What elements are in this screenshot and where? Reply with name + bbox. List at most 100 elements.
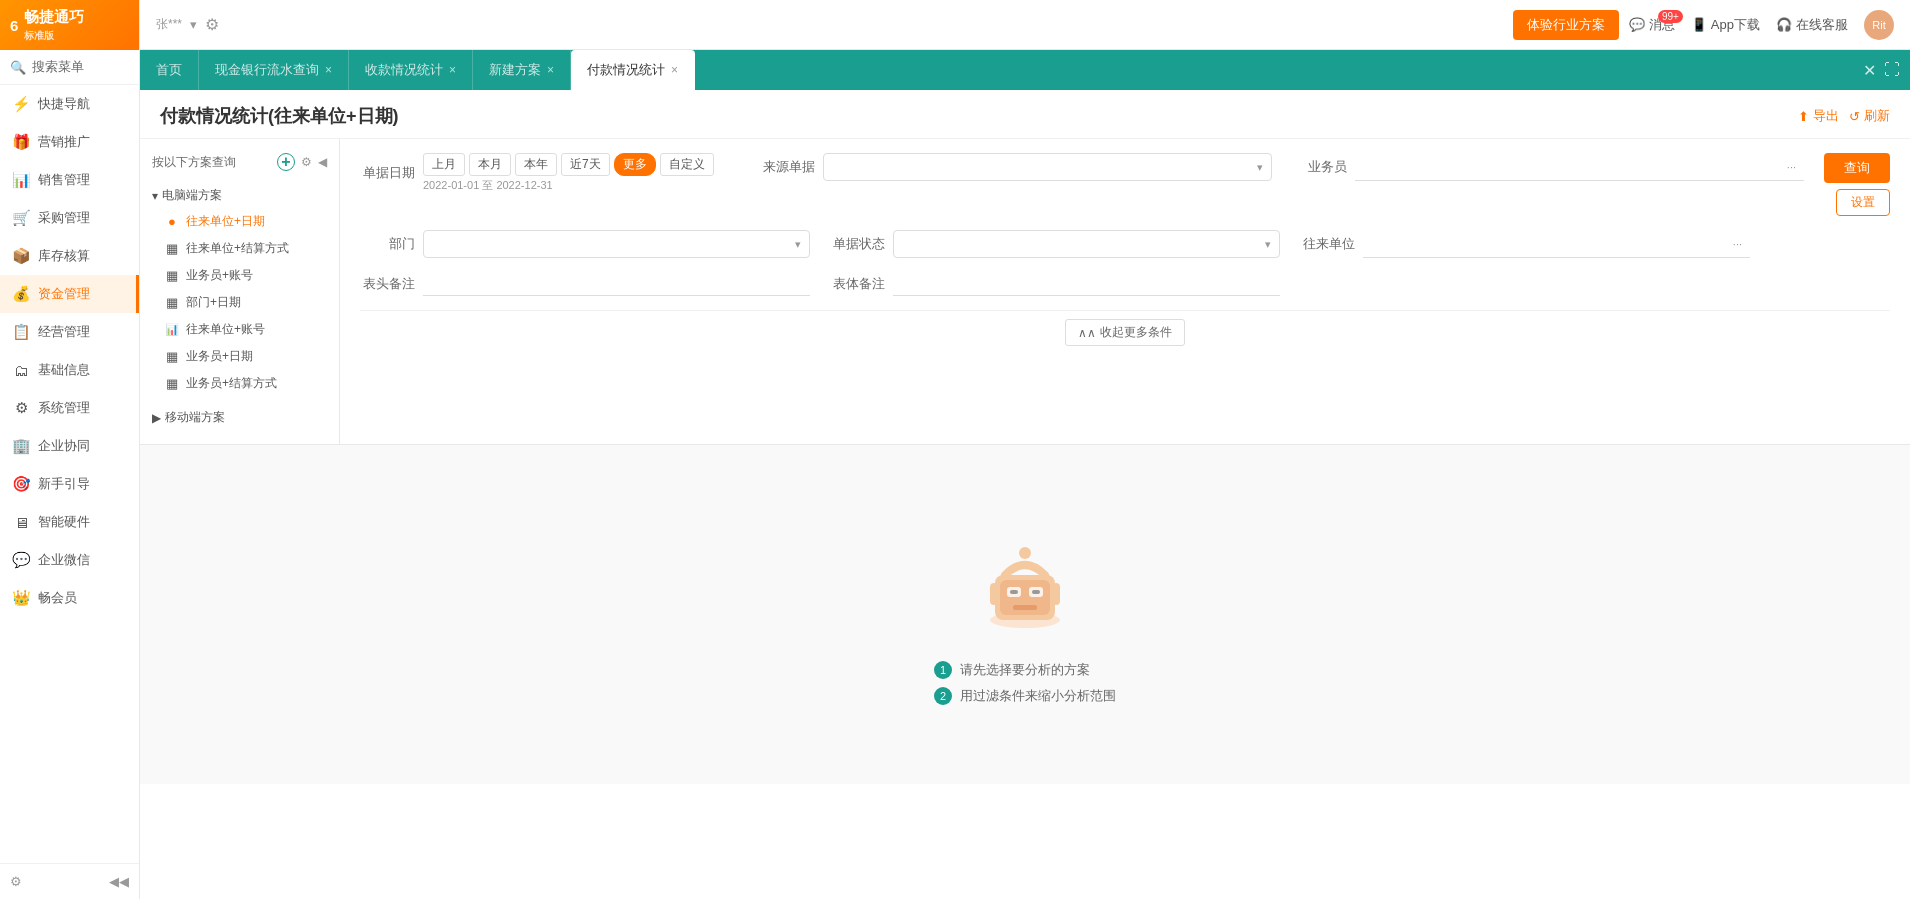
scheme-gear-btn[interactable]: ⚙	[301, 155, 312, 169]
sidebar-item-quick-nav[interactable]: ⚡快捷导航	[0, 85, 139, 123]
date-btn-more[interactable]: 更多	[614, 153, 656, 176]
sidebar-item-purchase[interactable]: 🛒采购管理	[0, 199, 139, 237]
tab-bank-flow-label: 现金银行流水查询	[215, 61, 319, 79]
tab-bank-flow[interactable]: 现金银行流水查询 ×	[199, 50, 349, 90]
sidebar-item-enterprise[interactable]: 🏢企业协同	[0, 427, 139, 465]
empty-tip-2: 2 用过滤条件来缩小分析范围	[934, 687, 1116, 705]
header: 张*** ▾ ⚙ 体验行业方案 💬 消息 99+ 📱 App下载 🎧 在线客服 …	[140, 0, 1910, 50]
results-area: 1 请先选择要分析的方案 2 用过滤条件来缩小分析范围	[140, 444, 1910, 784]
date-btn-7days[interactable]: 近7天	[561, 153, 610, 176]
sidebar-item-system[interactable]: ⚙系统管理	[0, 389, 139, 427]
tip-text-1: 请先选择要分析的方案	[960, 661, 1090, 679]
nav-label-wechat: 企业微信	[38, 551, 90, 569]
scheme-item-dept-date[interactable]: ▦ 部门+日期	[140, 289, 339, 316]
scheme-item-salesman-settle[interactable]: ▦ 业务员+结算方式	[140, 370, 339, 397]
scheme-collapse-btn[interactable]: ◀	[318, 155, 327, 169]
nav-icon-member: 👑	[12, 589, 30, 607]
date-btn-custom[interactable]: 自定义	[660, 153, 714, 176]
empty-tip-1: 1 请先选择要分析的方案	[934, 661, 1116, 679]
svg-rect-6	[1032, 590, 1040, 594]
service-label: 在线客服	[1796, 16, 1848, 34]
section-mobile-arrow: ▶	[152, 411, 161, 425]
nav-icon-wechat: 💬	[12, 551, 30, 569]
nav-label-guide: 新手引导	[38, 475, 90, 493]
scheme-item-icon-6: ▦	[164, 376, 180, 392]
voucher-status-select[interactable]: ▾	[893, 230, 1280, 258]
trial-btn[interactable]: 体验行业方案	[1513, 10, 1619, 40]
tab-payment-stats-close[interactable]: ×	[671, 63, 678, 77]
tab-bank-flow-close[interactable]: ×	[325, 63, 332, 77]
nav-label-inventory: 库存核算	[38, 247, 90, 265]
export-label: 导出	[1813, 107, 1839, 125]
dropdown-arrow[interactable]: ▾	[190, 17, 197, 32]
scheme-panel-title: 按以下方案查询	[152, 154, 236, 171]
sidebar-item-sales[interactable]: 📊销售管理	[0, 161, 139, 199]
svg-rect-8	[990, 583, 998, 605]
app-download-btn[interactable]: 📱 App下载	[1691, 16, 1760, 34]
scheme-item-icon-3: ▦	[164, 295, 180, 311]
scheme-item-label-6: 业务员+结算方式	[186, 375, 277, 392]
tab-new-scheme[interactable]: 新建方案 ×	[473, 50, 571, 90]
header-gear[interactable]: ⚙	[205, 15, 219, 34]
sidebar-item-guide[interactable]: 🎯新手引导	[0, 465, 139, 503]
sidebar-item-inventory[interactable]: 📦库存核算	[0, 237, 139, 275]
tab-payment-stats[interactable]: 付款情况统计 ×	[571, 50, 695, 90]
collapse-icon[interactable]: ◀◀	[109, 874, 129, 889]
scheme-section-desktop-title[interactable]: ▾ 电脑端方案	[140, 183, 339, 208]
tab-fullscreen[interactable]: ⛶	[1884, 61, 1900, 79]
scheme-item-partner-account[interactable]: 📊 往来单位+账号	[140, 316, 339, 343]
tab-home-label: 首页	[156, 61, 182, 79]
refresh-btn[interactable]: ↺ 刷新	[1849, 107, 1890, 125]
table-body-input[interactable]	[893, 272, 1280, 296]
sidebar-item-marketing[interactable]: 🎁营销推广	[0, 123, 139, 161]
scheme-item-label-1: 往来单位+结算方式	[186, 240, 289, 257]
empty-svg	[965, 525, 1085, 645]
scheme-item-salesman-account[interactable]: ▦ 业务员+账号	[140, 262, 339, 289]
voucher-status-field: 单据状态 ▾	[830, 230, 1280, 258]
query-btn[interactable]: 查询	[1824, 153, 1890, 183]
message-btn[interactable]: 💬 消息 99+	[1629, 16, 1675, 34]
sidebar-item-operations[interactable]: 📋经营管理	[0, 313, 139, 351]
tab-receipt-stats-close[interactable]: ×	[449, 63, 456, 77]
source-select-arrow: ▾	[1257, 161, 1263, 174]
date-btn-last-month[interactable]: 上月	[423, 153, 465, 176]
scheme-add-btn[interactable]: +	[277, 153, 295, 171]
scheme-item-salesman-date[interactable]: ▦ 业务员+日期	[140, 343, 339, 370]
sidebar-item-member[interactable]: 👑畅会员	[0, 579, 139, 617]
tab-close-all[interactable]: ✕	[1863, 61, 1876, 80]
collapse-icon: ∧∧	[1078, 326, 1096, 340]
source-field: 来源单据 ▾	[760, 153, 1272, 181]
export-btn[interactable]: ⬆ 导出	[1798, 107, 1839, 125]
partner-select[interactable]: ···	[1363, 230, 1750, 258]
empty-state: 1 请先选择要分析的方案 2 用过滤条件来缩小分析范围	[914, 465, 1136, 765]
tab-receipt-stats-label: 收款情况统计	[365, 61, 443, 79]
tab-home[interactable]: 首页	[140, 50, 199, 90]
sidebar-item-wechat[interactable]: 💬 企业微信	[0, 541, 139, 579]
tab-receipt-stats[interactable]: 收款情况统计 ×	[349, 50, 473, 90]
dept-select[interactable]: ▾	[423, 230, 810, 258]
date-btn-this-month[interactable]: 本月	[469, 153, 511, 176]
partner-dots: ···	[1733, 238, 1742, 250]
collapse-btn[interactable]: ∧∧ 收起更多条件	[1065, 319, 1185, 346]
voucher-status-arrow: ▾	[1265, 238, 1271, 251]
service-btn[interactable]: 🎧 在线客服	[1776, 16, 1848, 34]
sidebar-item-basic[interactable]: 🗂基础信息	[0, 351, 139, 389]
settings-btn[interactable]: 设置	[1836, 189, 1890, 216]
salesman-select[interactable]: ···	[1355, 153, 1804, 181]
sidebar-item-finance[interactable]: 💰资金管理	[0, 275, 139, 313]
sidebar-bottom: ⚙ ◀◀	[0, 863, 139, 899]
table-header-input[interactable]	[423, 272, 810, 296]
scheme-item-partner-settle[interactable]: ▦ 往来单位+结算方式	[140, 235, 339, 262]
filter-row-1: 单据日期 上月 本月 本年 近7天 更多 自定义 2022-01-01 至 20…	[360, 153, 1890, 216]
tab-new-scheme-close[interactable]: ×	[547, 63, 554, 77]
scheme-item-partner-date[interactable]: ● 往来单位+日期	[140, 208, 339, 235]
nav-icon-basic: 🗂	[12, 361, 30, 379]
date-btn-this-year[interactable]: 本年	[515, 153, 557, 176]
search-menu[interactable]: 🔍 搜索菜单	[0, 50, 139, 85]
avatar[interactable]: Rit	[1864, 10, 1894, 40]
search-icon: 🔍	[10, 60, 26, 75]
settings-icon[interactable]: ⚙	[10, 874, 22, 889]
source-select[interactable]: ▾	[823, 153, 1272, 181]
scheme-section-mobile-title[interactable]: ▶ 移动端方案	[140, 405, 339, 430]
sidebar-item-hardware[interactable]: 🖥智能硬件	[0, 503, 139, 541]
